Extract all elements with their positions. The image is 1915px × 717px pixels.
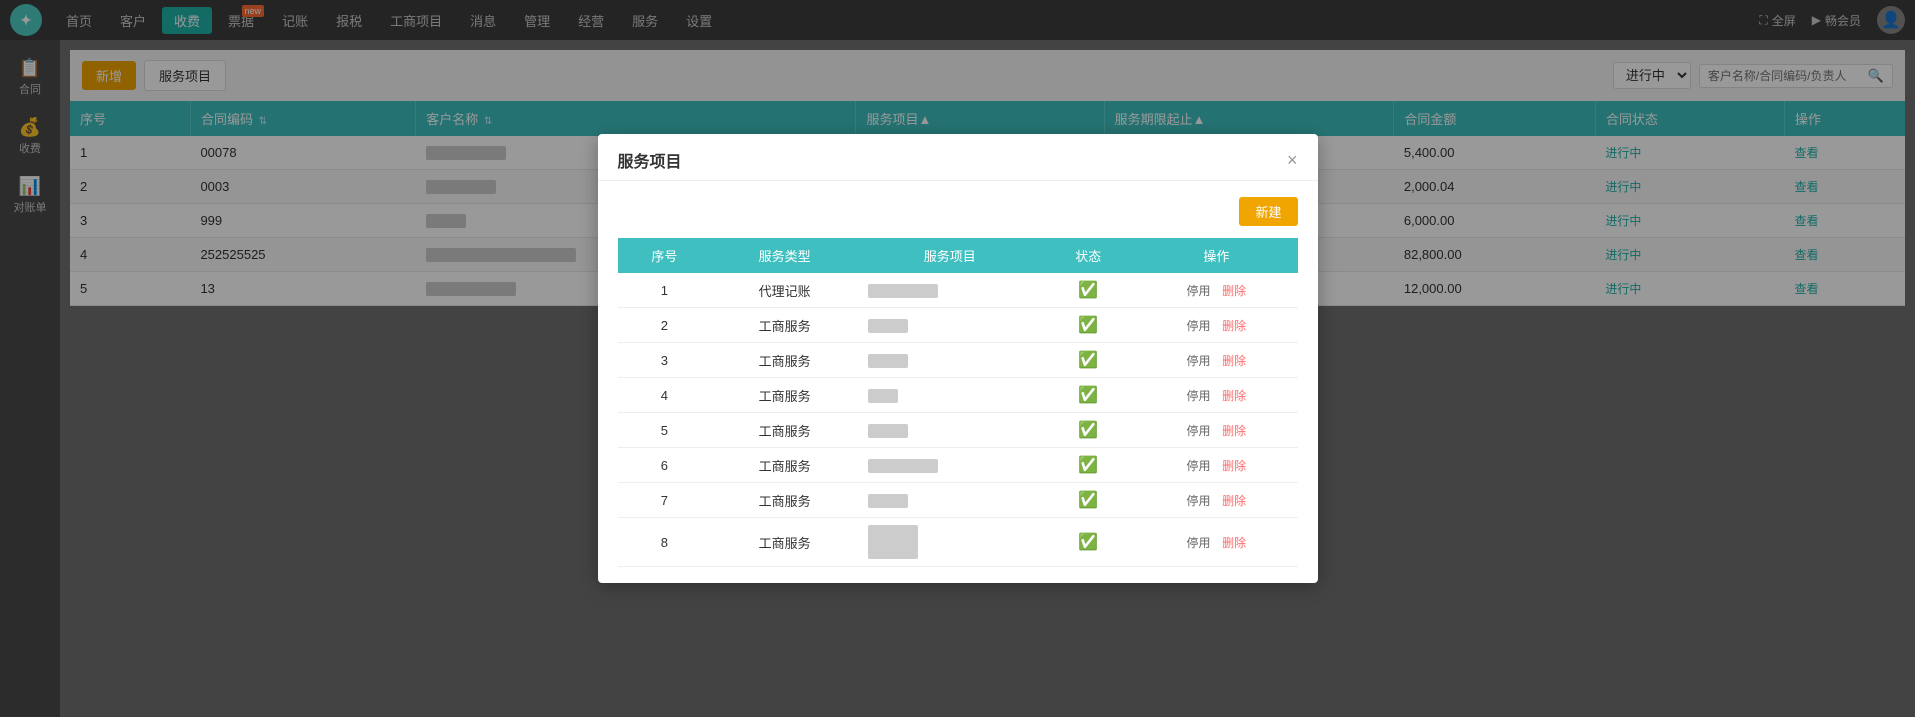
mcell-type: 工商服务	[711, 448, 858, 483]
mcell-type: 代理记账	[711, 273, 858, 308]
mcell-action: 停用 删除	[1135, 273, 1297, 308]
status-check-icon: ✅	[1078, 317, 1098, 334]
service-modal: 服务项目 × 新建 序号 服务类型 服务项目 状态 操作	[598, 134, 1318, 583]
stop-button[interactable]: 停用	[1187, 389, 1211, 403]
mcell-seq: 5	[618, 413, 712, 448]
mcell-type: 工商服务	[711, 343, 858, 378]
mcell-seq: 8	[618, 518, 712, 567]
list-item: 4 工商服务 ███ ✅ 停用 删除	[618, 378, 1298, 413]
modal-header: 服务项目 ×	[598, 134, 1318, 181]
mcell-item: ██████1	[858, 273, 1041, 308]
delete-button[interactable]: 删除	[1222, 319, 1246, 333]
stop-button[interactable]: 停用	[1187, 459, 1211, 473]
mcell-status: ✅	[1041, 518, 1135, 567]
mth-seq: 序号	[618, 238, 712, 273]
list-item: 6 工商服务 ████████ ✅ 停用 删除	[618, 448, 1298, 483]
mcell-type: 工商服务	[711, 413, 858, 448]
modal-close-button[interactable]: ×	[1287, 151, 1298, 169]
mcell-action: 停用 删除	[1135, 343, 1297, 378]
mth-type: 服务类型	[711, 238, 858, 273]
status-check-icon: ✅	[1078, 492, 1098, 509]
mcell-seq: 4	[618, 378, 712, 413]
list-item: 1 代理记账 ██████1 ✅ 停用 删除	[618, 273, 1298, 308]
status-check-icon: ✅	[1078, 387, 1098, 404]
mcell-item: ████	[858, 308, 1041, 343]
list-item: 3 工商服务 ████ ✅ 停用 删除	[618, 343, 1298, 378]
mcell-status: ✅	[1041, 343, 1135, 378]
mcell-status: ✅	[1041, 308, 1135, 343]
mth-status: 状态	[1041, 238, 1135, 273]
mcell-action: 停用 删除	[1135, 378, 1297, 413]
delete-button[interactable]: 删除	[1222, 459, 1246, 473]
delete-button[interactable]: 删除	[1222, 284, 1246, 298]
mcell-action: 停用 删除	[1135, 518, 1297, 567]
mcell-type: 工商服务	[711, 308, 858, 343]
mcell-status: ✅	[1041, 378, 1135, 413]
list-item: 5 工商服务 ████ ✅ 停用 删除	[618, 413, 1298, 448]
status-check-icon: ✅	[1078, 457, 1098, 474]
mcell-seq: 1	[618, 273, 712, 308]
status-check-icon: ✅	[1078, 422, 1098, 439]
modal-overlay[interactable]: 服务项目 × 新建 序号 服务类型 服务项目 状态 操作	[0, 0, 1915, 717]
list-item: 7 工商服务 ████ ✅ 停用 删除	[618, 483, 1298, 518]
mcell-action: 停用 删除	[1135, 308, 1297, 343]
stop-button[interactable]: 停用	[1187, 494, 1211, 508]
stop-button[interactable]: 停用	[1187, 354, 1211, 368]
delete-button[interactable]: 删除	[1222, 536, 1246, 550]
mcell-status: ✅	[1041, 448, 1135, 483]
modal-table-wrap: 序号 服务类型 服务项目 状态 操作 1 代理记账 ██████1 ✅ 停用 删…	[618, 238, 1298, 567]
mcell-item: ████████	[858, 448, 1041, 483]
mcell-type: 工商服务	[711, 378, 858, 413]
mcell-seq: 6	[618, 448, 712, 483]
stop-button[interactable]: 停用	[1187, 536, 1211, 550]
mcell-item: ████	[858, 343, 1041, 378]
mcell-seq: 2	[618, 308, 712, 343]
mcell-type: 工商服务	[711, 518, 858, 567]
stop-button[interactable]: 停用	[1187, 319, 1211, 333]
list-item: 8 工商服务 ████注册 ✅ 停用 删除	[618, 518, 1298, 567]
modal-service-table: 序号 服务类型 服务项目 状态 操作 1 代理记账 ██████1 ✅ 停用 删…	[618, 238, 1298, 567]
mcell-seq: 7	[618, 483, 712, 518]
mcell-item: ████	[858, 413, 1041, 448]
new-service-button[interactable]: 新建	[1239, 197, 1297, 226]
status-check-icon: ✅	[1078, 534, 1098, 551]
mcell-seq: 3	[618, 343, 712, 378]
mcell-action: 停用 删除	[1135, 448, 1297, 483]
status-check-icon: ✅	[1078, 282, 1098, 299]
mcell-item: ████	[858, 483, 1041, 518]
mcell-action: 停用 删除	[1135, 483, 1297, 518]
modal-body: 新建 序号 服务类型 服务项目 状态 操作 1 代理记账	[598, 181, 1318, 583]
mcell-item: ████注册	[858, 518, 1041, 567]
mcell-type: 工商服务	[711, 483, 858, 518]
stop-button[interactable]: 停用	[1187, 284, 1211, 298]
delete-button[interactable]: 删除	[1222, 354, 1246, 368]
list-item: 2 工商服务 ████ ✅ 停用 删除	[618, 308, 1298, 343]
delete-button[interactable]: 删除	[1222, 389, 1246, 403]
mcell-item: ███	[858, 378, 1041, 413]
mth-action: 操作	[1135, 238, 1297, 273]
delete-button[interactable]: 删除	[1222, 424, 1246, 438]
delete-button[interactable]: 删除	[1222, 494, 1246, 508]
mcell-action: 停用 删除	[1135, 413, 1297, 448]
mcell-status: ✅	[1041, 413, 1135, 448]
status-check-icon: ✅	[1078, 352, 1098, 369]
mcell-status: ✅	[1041, 273, 1135, 308]
mcell-status: ✅	[1041, 483, 1135, 518]
stop-button[interactable]: 停用	[1187, 424, 1211, 438]
modal-toolbar: 新建	[618, 197, 1298, 226]
modal-title: 服务项目	[618, 148, 682, 172]
mth-item: 服务项目	[858, 238, 1041, 273]
